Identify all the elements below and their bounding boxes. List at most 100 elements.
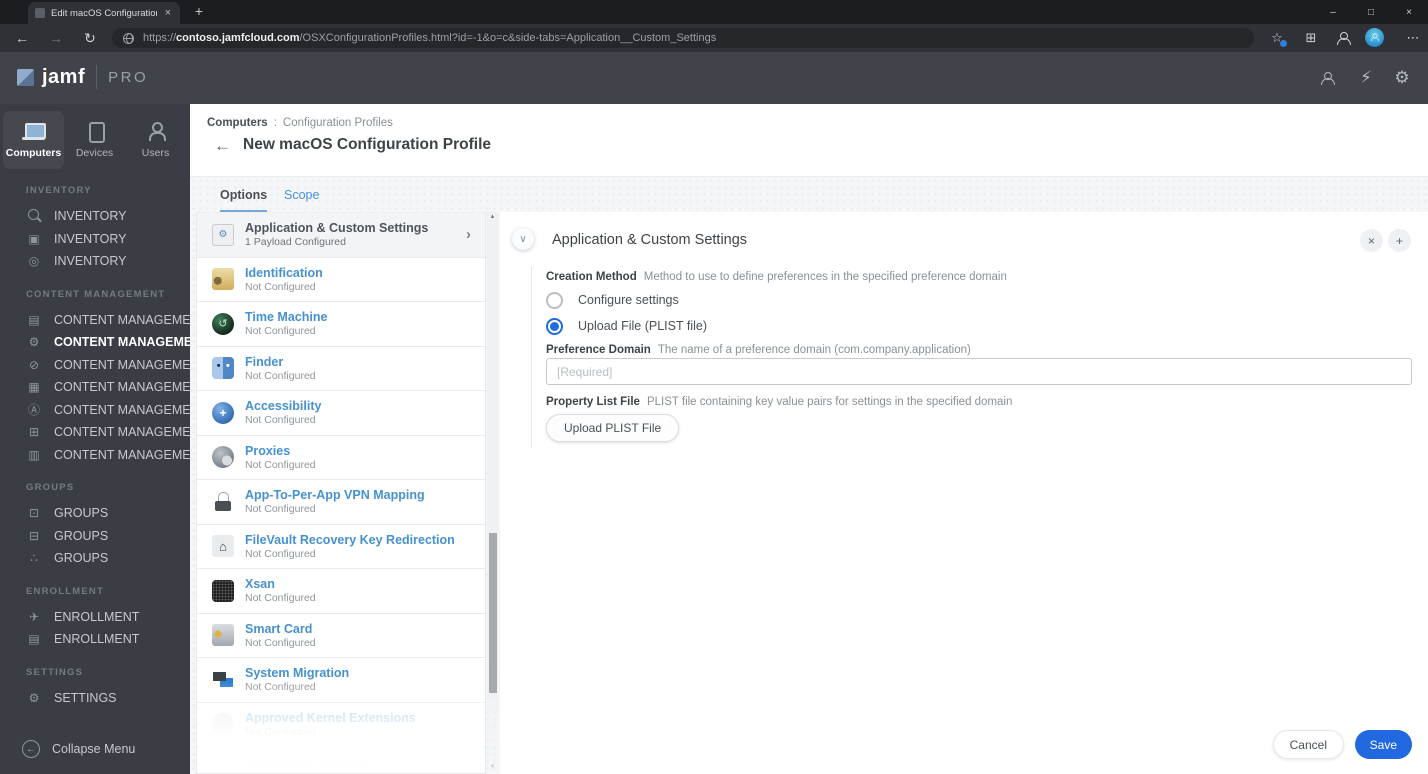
sidebar-item[interactable]: ▤ ENROLLMENT (26, 628, 190, 651)
cancel-button[interactable]: Cancel (1272, 730, 1344, 759)
sidebar-item-label: INVENTORY (54, 209, 127, 224)
scroll-up-icon[interactable]: ▲ (487, 214, 498, 220)
sidebar-item[interactable]: ▤ CONTENT MANAGEMENT (26, 309, 190, 332)
breadcrumb-root[interactable]: Computers (207, 117, 268, 129)
payload-row[interactable]: System Migration Not Configured (197, 658, 485, 703)
policies-icon: ▤ (28, 312, 40, 327)
reload-button[interactable]: ↻ (76, 24, 104, 52)
sidebar-item[interactable]: ⊘ CONTENT MANAGEMENT (26, 354, 190, 377)
sidebar-item-label: SETTINGS (54, 690, 117, 705)
preference-domain-input[interactable] (546, 358, 1412, 385)
account-icon[interactable] (1310, 52, 1346, 104)
site-info-icon[interactable] (123, 32, 134, 44)
sidebar-item[interactable]: INVENTORY (26, 205, 190, 228)
proxies-icon (212, 446, 234, 469)
add-payload-button[interactable]: + (1388, 229, 1411, 252)
creation-method-label-row: Creation Method Method to use to define p… (546, 271, 1007, 283)
scrollbar-thumb[interactable] (488, 533, 497, 693)
module-tab[interactable]: Devices (64, 111, 125, 169)
payload-row[interactable]: App-To-Per-App VPN Mapping Not Configure… (197, 480, 485, 525)
remove-payload-button[interactable]: × (1360, 229, 1383, 252)
payload-row[interactable]: Xsan Not Configured (197, 569, 485, 614)
static-groups-icon: ⊟ (28, 528, 40, 543)
payload-status: Not Configured (245, 770, 460, 773)
radio-option[interactable]: Upload File (PLIST file) (546, 313, 707, 339)
feedback-icon[interactable] (1329, 24, 1359, 52)
payload-title: Identification (245, 265, 323, 280)
sidebar-item[interactable]: ▥ CONTENT MANAGEMENT (26, 444, 190, 467)
settings-gear-icon[interactable]: ⚙ (1384, 52, 1420, 104)
browser-tab[interactable]: Edit macOS Configuration Profile × (28, 2, 180, 24)
payload-title: Time Machine (245, 310, 328, 325)
patch-management-icon: ⊞ (28, 425, 40, 440)
sidebar-item[interactable]: ⚙ SETTINGS (26, 687, 190, 710)
configuration-profiles-icon: ⚙ (28, 335, 40, 350)
radio-icon[interactable] (546, 317, 563, 335)
payload-title: Application & Custom Settings (245, 221, 429, 236)
payload-title: Approved Kernel Extensions (245, 710, 416, 725)
sidebar-item-label: CONTENT MANAGEMENT (54, 402, 190, 417)
new-tab-button[interactable]: + (190, 3, 208, 19)
sidebar-sections: INVENTORY INVENTORY ▣ INVENTORY ◎ INVENT… (0, 169, 190, 709)
sidebar-item-label: GROUPS (54, 551, 109, 566)
payload-title: FileVault Recovery Key Redirection (245, 532, 455, 547)
sidebar: Computers Devices Users INVENTORY INVENT… (0, 104, 190, 774)
payload-row[interactable]: + Accessibility Not Configured (197, 391, 485, 436)
favorites-icon[interactable]: ☆ (1262, 24, 1292, 52)
window-maximize-button[interactable]: □ (1352, 0, 1390, 24)
payload-list-scrollbar[interactable]: ▲ ▼ (487, 212, 498, 774)
window-minimize-button[interactable]: – (1314, 0, 1352, 24)
address-bar[interactable]: https://contoso.jamfcloud.com/OSXConfigu… (112, 28, 1254, 48)
tab-close-icon[interactable]: × (163, 7, 173, 19)
radio-icon[interactable] (546, 291, 563, 309)
save-button[interactable]: Save (1354, 730, 1412, 759)
sidebar-item[interactable]: ◎ INVENTORY (26, 250, 190, 273)
payload-status: Not Configured (245, 681, 316, 694)
browser-menu-icon[interactable]: ⋯ (1398, 24, 1428, 52)
payload-row[interactable]: ↺ Time Machine Not Configured (197, 302, 485, 347)
sidebar-item[interactable]: ▦ CONTENT MANAGEMENT (26, 376, 190, 399)
tab-options[interactable]: Options (220, 177, 268, 213)
sidebar-item[interactable]: ⊟ GROUPS (26, 525, 190, 548)
payload-row[interactable]: Smart Card Not Configured (197, 613, 485, 658)
sidebar-item[interactable]: ▣ INVENTORY (26, 228, 190, 251)
payload-status: Not Configured (245, 458, 316, 471)
payload-row[interactable]: Finder Not Configured (197, 346, 485, 391)
tab-scope[interactable]: Scope (284, 177, 319, 213)
payload-row[interactable]: ⌂ FileVault Recovery Key Redirection Not… (197, 524, 485, 569)
jamf-logo-icon (17, 68, 34, 86)
sidebar-item[interactable]: ⊞ CONTENT MANAGEMENT (26, 421, 190, 444)
radio-option[interactable]: Configure settings (546, 287, 707, 313)
sidebar-item[interactable]: ∴ GROUPS (26, 547, 190, 570)
window-close-button[interactable]: × (1390, 0, 1428, 24)
payload-list: ⚙ Application & Custom Settings 1 Payloa… (196, 212, 486, 774)
payload-row[interactable]: ⚙ Application & Custom Settings 1 Payloa… (197, 213, 485, 258)
browser-profile-avatar[interactable] (1365, 28, 1384, 47)
back-arrow-icon[interactable]: ← (214, 136, 231, 156)
sidebar-item[interactable]: ⚙ CONTENT MANAGEMENT (26, 331, 190, 354)
payload-title: System Migration (245, 666, 350, 681)
prestage-imaging-icon: ▦ (28, 380, 40, 395)
payload-row[interactable]: Proxies Not Configured (197, 435, 485, 480)
module-tab[interactable]: Computers (3, 111, 64, 169)
payload-row[interactable]: Identification Not Configured (197, 257, 485, 302)
sidebar-item[interactable]: ✈ ENROLLMENT (26, 606, 190, 629)
payload-title: Associated Domains (245, 755, 368, 770)
filevault-icon: ⌂ (212, 535, 234, 558)
payload-row[interactable]: Associated Domains Not Configured (197, 747, 485, 773)
module-tab[interactable]: Users (125, 111, 186, 169)
scroll-down-icon[interactable]: ▼ (487, 764, 498, 770)
identification-icon (212, 268, 234, 291)
forward-button[interactable]: → (42, 24, 70, 52)
restricted-software-icon: ⊘ (28, 357, 40, 372)
payload-row[interactable]: Approved Kernel Extensions Not Configure… (197, 702, 485, 747)
collapse-menu-button[interactable]: ← Collapse Menu (22, 740, 135, 758)
back-button[interactable]: ← (8, 24, 36, 52)
upload-plist-button[interactable]: Upload PLIST File (546, 414, 680, 442)
sidebar-item[interactable]: ⊡ GROUPS (26, 502, 190, 525)
collapse-panel-button[interactable]: ∨ (512, 228, 534, 250)
sidebar-item[interactable]: Ⓐ CONTENT MANAGEMENT (26, 399, 190, 422)
collections-icon[interactable]: ⊞ (1296, 24, 1326, 52)
sidebar-item-label: GROUPS (54, 528, 109, 543)
quick-actions-icon[interactable]: ⚡ (1348, 52, 1384, 104)
